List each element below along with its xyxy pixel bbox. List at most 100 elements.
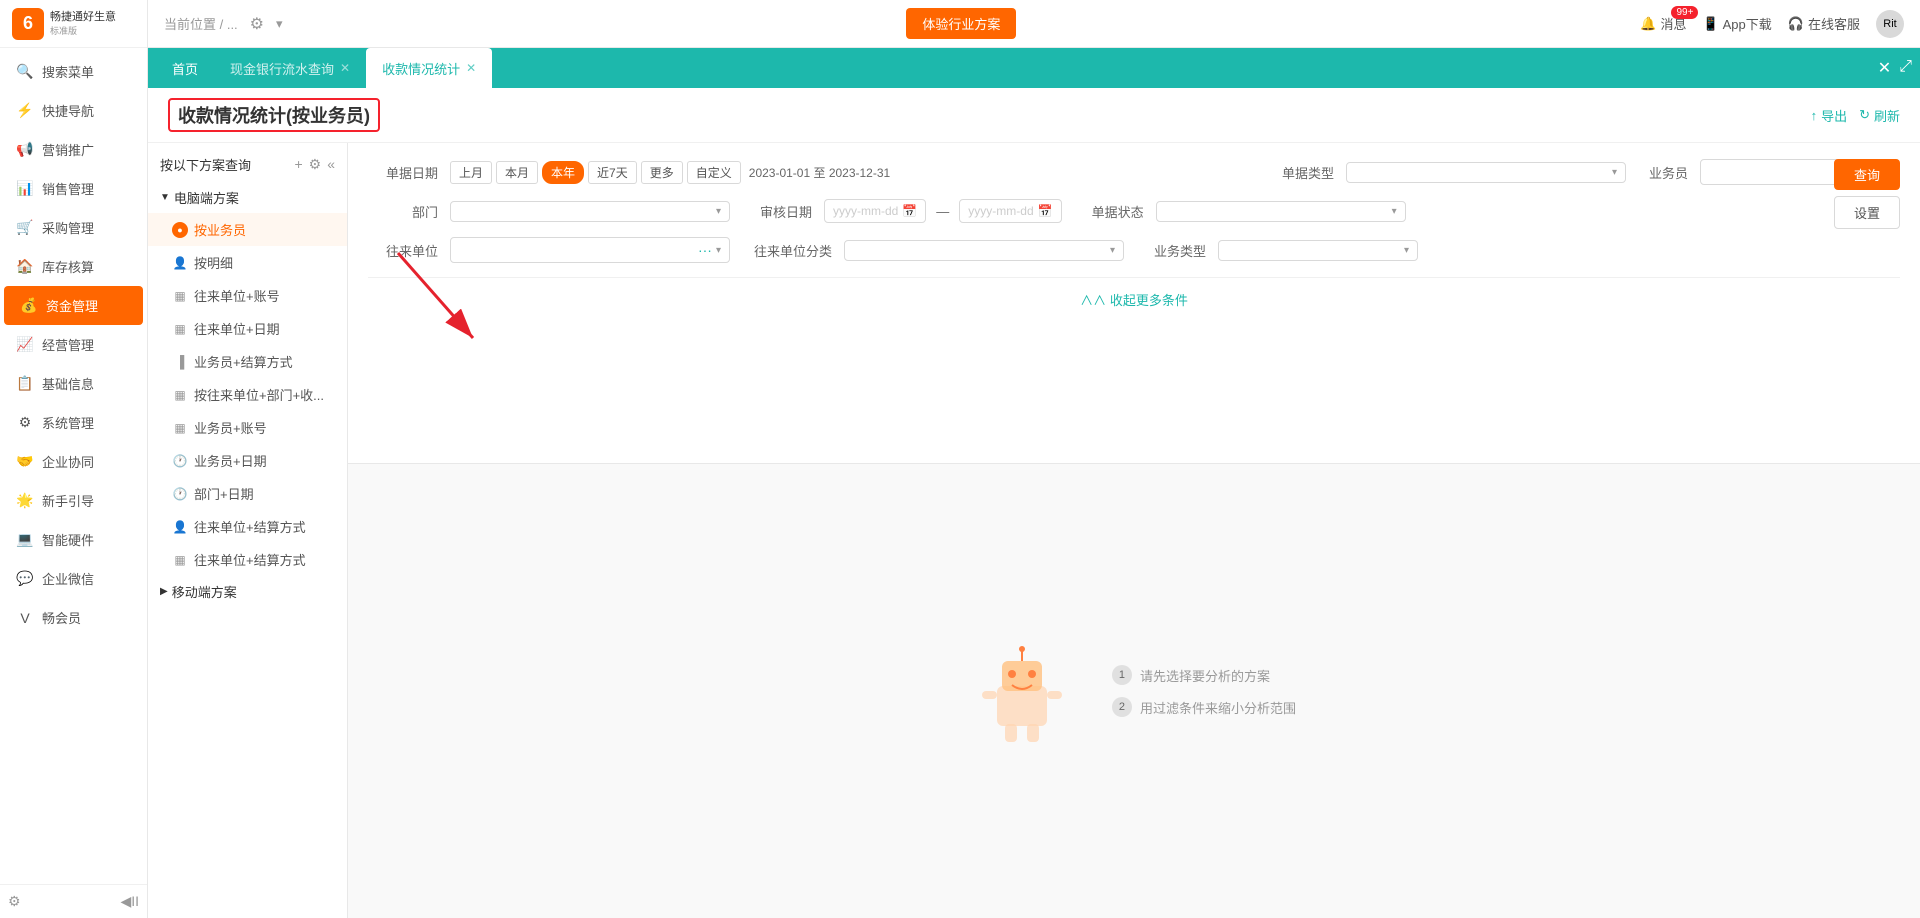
scheme-group-desktop-title[interactable]: ▼ 电脑端方案 — [148, 182, 347, 213]
partner-category-arrow-icon: ▾ — [1110, 245, 1115, 256]
settings-button[interactable]: 设置 — [1834, 196, 1900, 229]
page-title-actions: ↑ 导出 ↻ 刷新 — [1811, 106, 1900, 125]
tab-home[interactable]: 首页 — [156, 48, 214, 88]
scheme-item-customer-dept[interactable]: ▦ 按往来单位+部门+收... — [148, 378, 347, 411]
wechat-icon: 💬 — [16, 570, 34, 588]
sales-icon: 📊 — [16, 180, 34, 198]
bottom-settings-icon[interactable]: ⚙ — [8, 893, 21, 910]
tab-bank[interactable]: 现金银行流水查询 ✕ — [214, 48, 366, 88]
doc-type-select[interactable]: ▾ — [1346, 162, 1626, 183]
sidebar-item-basic[interactable]: 📋 基础信息 — [0, 364, 147, 403]
business-type-select[interactable]: ▾ — [1218, 240, 1418, 261]
date-btn-more[interactable]: 更多 — [641, 161, 683, 184]
scheme-item-salesman-account[interactable]: ▦ 业务员+账号 — [148, 411, 347, 444]
date-btn-last-month[interactable]: 上月 — [450, 161, 492, 184]
dept-label: 部门 — [368, 202, 438, 221]
trial-button[interactable]: 体验行业方案 — [906, 8, 1016, 39]
scheme-collapse-icon[interactable]: « — [327, 156, 335, 173]
calendar-from-icon[interactable]: 📅 — [902, 204, 917, 218]
window-close-icon[interactable]: ✕ — [1878, 58, 1891, 78]
partner-category-label: 往来单位分类 — [742, 241, 832, 260]
scheme-settings-icon[interactable]: ⚙ — [309, 156, 322, 173]
scheme-item-customer-method2[interactable]: ▦ 往来单位+结算方式 — [148, 543, 347, 576]
notification-badge: 99+ — [1671, 6, 1698, 19]
scheme-add-icon[interactable]: + — [294, 156, 302, 173]
online-service-item[interactable]: 🎧 在线客服 — [1788, 14, 1860, 33]
notification-item[interactable]: 🔔 99+ 消息 — [1640, 14, 1686, 33]
quicknav-icon: ⚡ — [16, 102, 34, 120]
logo-badge: 标准版 — [50, 24, 116, 37]
sidebar-item-marketing[interactable]: 📢 营销推广 — [0, 130, 147, 169]
scheme-header-icons: + ⚙ « — [294, 156, 335, 173]
sidebar-item-search[interactable]: 🔍 搜索菜单 — [0, 52, 147, 91]
doc-status-select[interactable]: ▾ — [1156, 201, 1406, 222]
partner-category-select[interactable]: ▾ — [844, 240, 1124, 261]
user-avatar[interactable]: Rit — [1876, 10, 1904, 38]
sidebar-item-operation[interactable]: 📈 经营管理 — [0, 325, 147, 364]
app-download-item[interactable]: 📱 App下载 — [1702, 14, 1771, 33]
dropdown-arrow-icon[interactable]: ▾ — [276, 16, 283, 32]
collapse-more-btn[interactable]: ∧∧ 收起更多条件 — [368, 277, 1900, 321]
refresh-button[interactable]: ↻ 刷新 — [1859, 106, 1900, 125]
scheme-item-customer-method1[interactable]: 👤 往来单位+结算方式 — [148, 510, 347, 543]
review-date-from-input[interactable]: yyyy-mm-dd 📅 — [824, 199, 926, 223]
dept-arrow-icon: ▾ — [716, 206, 721, 217]
sidebar-item-quicknav[interactable]: ⚡ 快捷导航 — [0, 91, 147, 130]
customer-method2-icon: ▦ — [172, 552, 188, 568]
export-button[interactable]: ↑ 导出 — [1811, 106, 1848, 125]
header-actions: 体验行业方案 — [906, 8, 1016, 39]
main-area: 当前位置 / ... ⚙ ▾ 体验行业方案 🔔 99+ 消息 📱 App下载 🎧… — [148, 0, 1920, 918]
sidebar-nav: 🔍 搜索菜单 ⚡ 快捷导航 📢 营销推广 📊 销售管理 🛒 采购管理 🏠 库存核… — [0, 48, 147, 884]
salesman-method-icon: ▐ — [172, 354, 188, 370]
scheme-item-customer-date[interactable]: ▦ 往来单位+日期 — [148, 312, 347, 345]
basic-icon: 📋 — [16, 375, 34, 393]
tip-item-1: 1 请先选择要分析的方案 — [1112, 665, 1296, 685]
sidebar-item-wechat[interactable]: 💬 企业微信 — [0, 559, 147, 598]
sidebar-item-sales[interactable]: 📊 销售管理 — [0, 169, 147, 208]
date-btn-custom[interactable]: 自定义 — [687, 161, 741, 184]
sidebar-item-enterprise[interactable]: 🤝 企业协同 — [0, 442, 147, 481]
search-icon: 🔍 — [16, 63, 34, 81]
scheme-item-salesman-date[interactable]: 🕐 业务员+日期 — [148, 444, 347, 477]
marketing-icon: 📢 — [16, 141, 34, 159]
bottom-collapse-icon[interactable]: ◀II — [120, 893, 139, 910]
scheme-item-by-detail[interactable]: 👤 按明细 — [148, 246, 347, 279]
sidebar-item-purchase[interactable]: 🛒 采购管理 — [0, 208, 147, 247]
tab-bank-close-icon[interactable]: ✕ — [340, 61, 350, 75]
service-icon: 🎧 — [1788, 16, 1804, 32]
tab-bar-right-actions: ✕ ⤢ — [1878, 58, 1912, 78]
scheme-group-mobile-title[interactable]: ▶ 移动端方案 — [148, 576, 347, 607]
window-expand-icon[interactable]: ⤢ — [1899, 58, 1912, 78]
date-btn-this-month[interactable]: 本月 — [496, 161, 538, 184]
dept-select[interactable]: ▾ — [450, 201, 730, 222]
scheme-item-by-salesman[interactable]: ● 按业务员 — [148, 213, 347, 246]
sidebar-item-hardware[interactable]: 💻 智能硬件 — [0, 520, 147, 559]
sidebar-item-finance[interactable]: 💰 资金管理 — [4, 286, 143, 325]
partner-more-icon[interactable]: ··· — [698, 242, 712, 258]
date-range-text: 2023-01-01 至 2023-12-31 — [749, 164, 890, 181]
sidebar-item-guide[interactable]: 🌟 新手引导 — [0, 481, 147, 520]
member-icon: V — [16, 609, 34, 627]
sidebar-item-warehouse[interactable]: 🏠 库存核算 — [0, 247, 147, 286]
sidebar-item-member[interactable]: V 畅会员 — [0, 598, 147, 637]
logo-icon: 6 — [12, 8, 44, 40]
query-button[interactable]: 查询 — [1834, 159, 1900, 190]
date-btn-7days[interactable]: 近7天 — [588, 161, 637, 184]
tab-collection-close-icon[interactable]: ✕ — [466, 61, 476, 75]
page-title-bar: 收款情况统计(按业务员) ↑ 导出 ↻ 刷新 — [148, 88, 1920, 143]
review-date-to-input[interactable]: yyyy-mm-dd 📅 — [959, 199, 1061, 223]
calendar-to-icon[interactable]: 📅 — [1038, 204, 1053, 218]
sidebar-item-system[interactable]: ⚙ 系统管理 — [0, 403, 147, 442]
scheme-item-salesman-method[interactable]: ▐ 业务员+结算方式 — [148, 345, 347, 378]
scheme-item-customer-account[interactable]: ▦ 往来单位+账号 — [148, 279, 347, 312]
scheme-item-dept-date[interactable]: 🕐 部门+日期 — [148, 477, 347, 510]
empty-area: 1 请先选择要分析的方案 2 用过滤条件来缩小分析范围 — [348, 463, 1920, 918]
scheme-group-desktop: ▼ 电脑端方案 ● 按业务员 👤 按明细 ▦ — [148, 182, 347, 576]
settings-gear-icon[interactable]: ⚙ — [250, 14, 264, 34]
review-date-to-text: yyyy-mm-dd — [968, 204, 1033, 218]
sidebar-label-guide: 新手引导 — [42, 491, 94, 510]
tab-collection[interactable]: 收款情况统计 ✕ — [366, 48, 492, 88]
partner-select[interactable]: ··· ▾ — [450, 237, 730, 263]
purchase-icon: 🛒 — [16, 219, 34, 237]
date-btn-this-year[interactable]: 本年 — [542, 161, 584, 184]
